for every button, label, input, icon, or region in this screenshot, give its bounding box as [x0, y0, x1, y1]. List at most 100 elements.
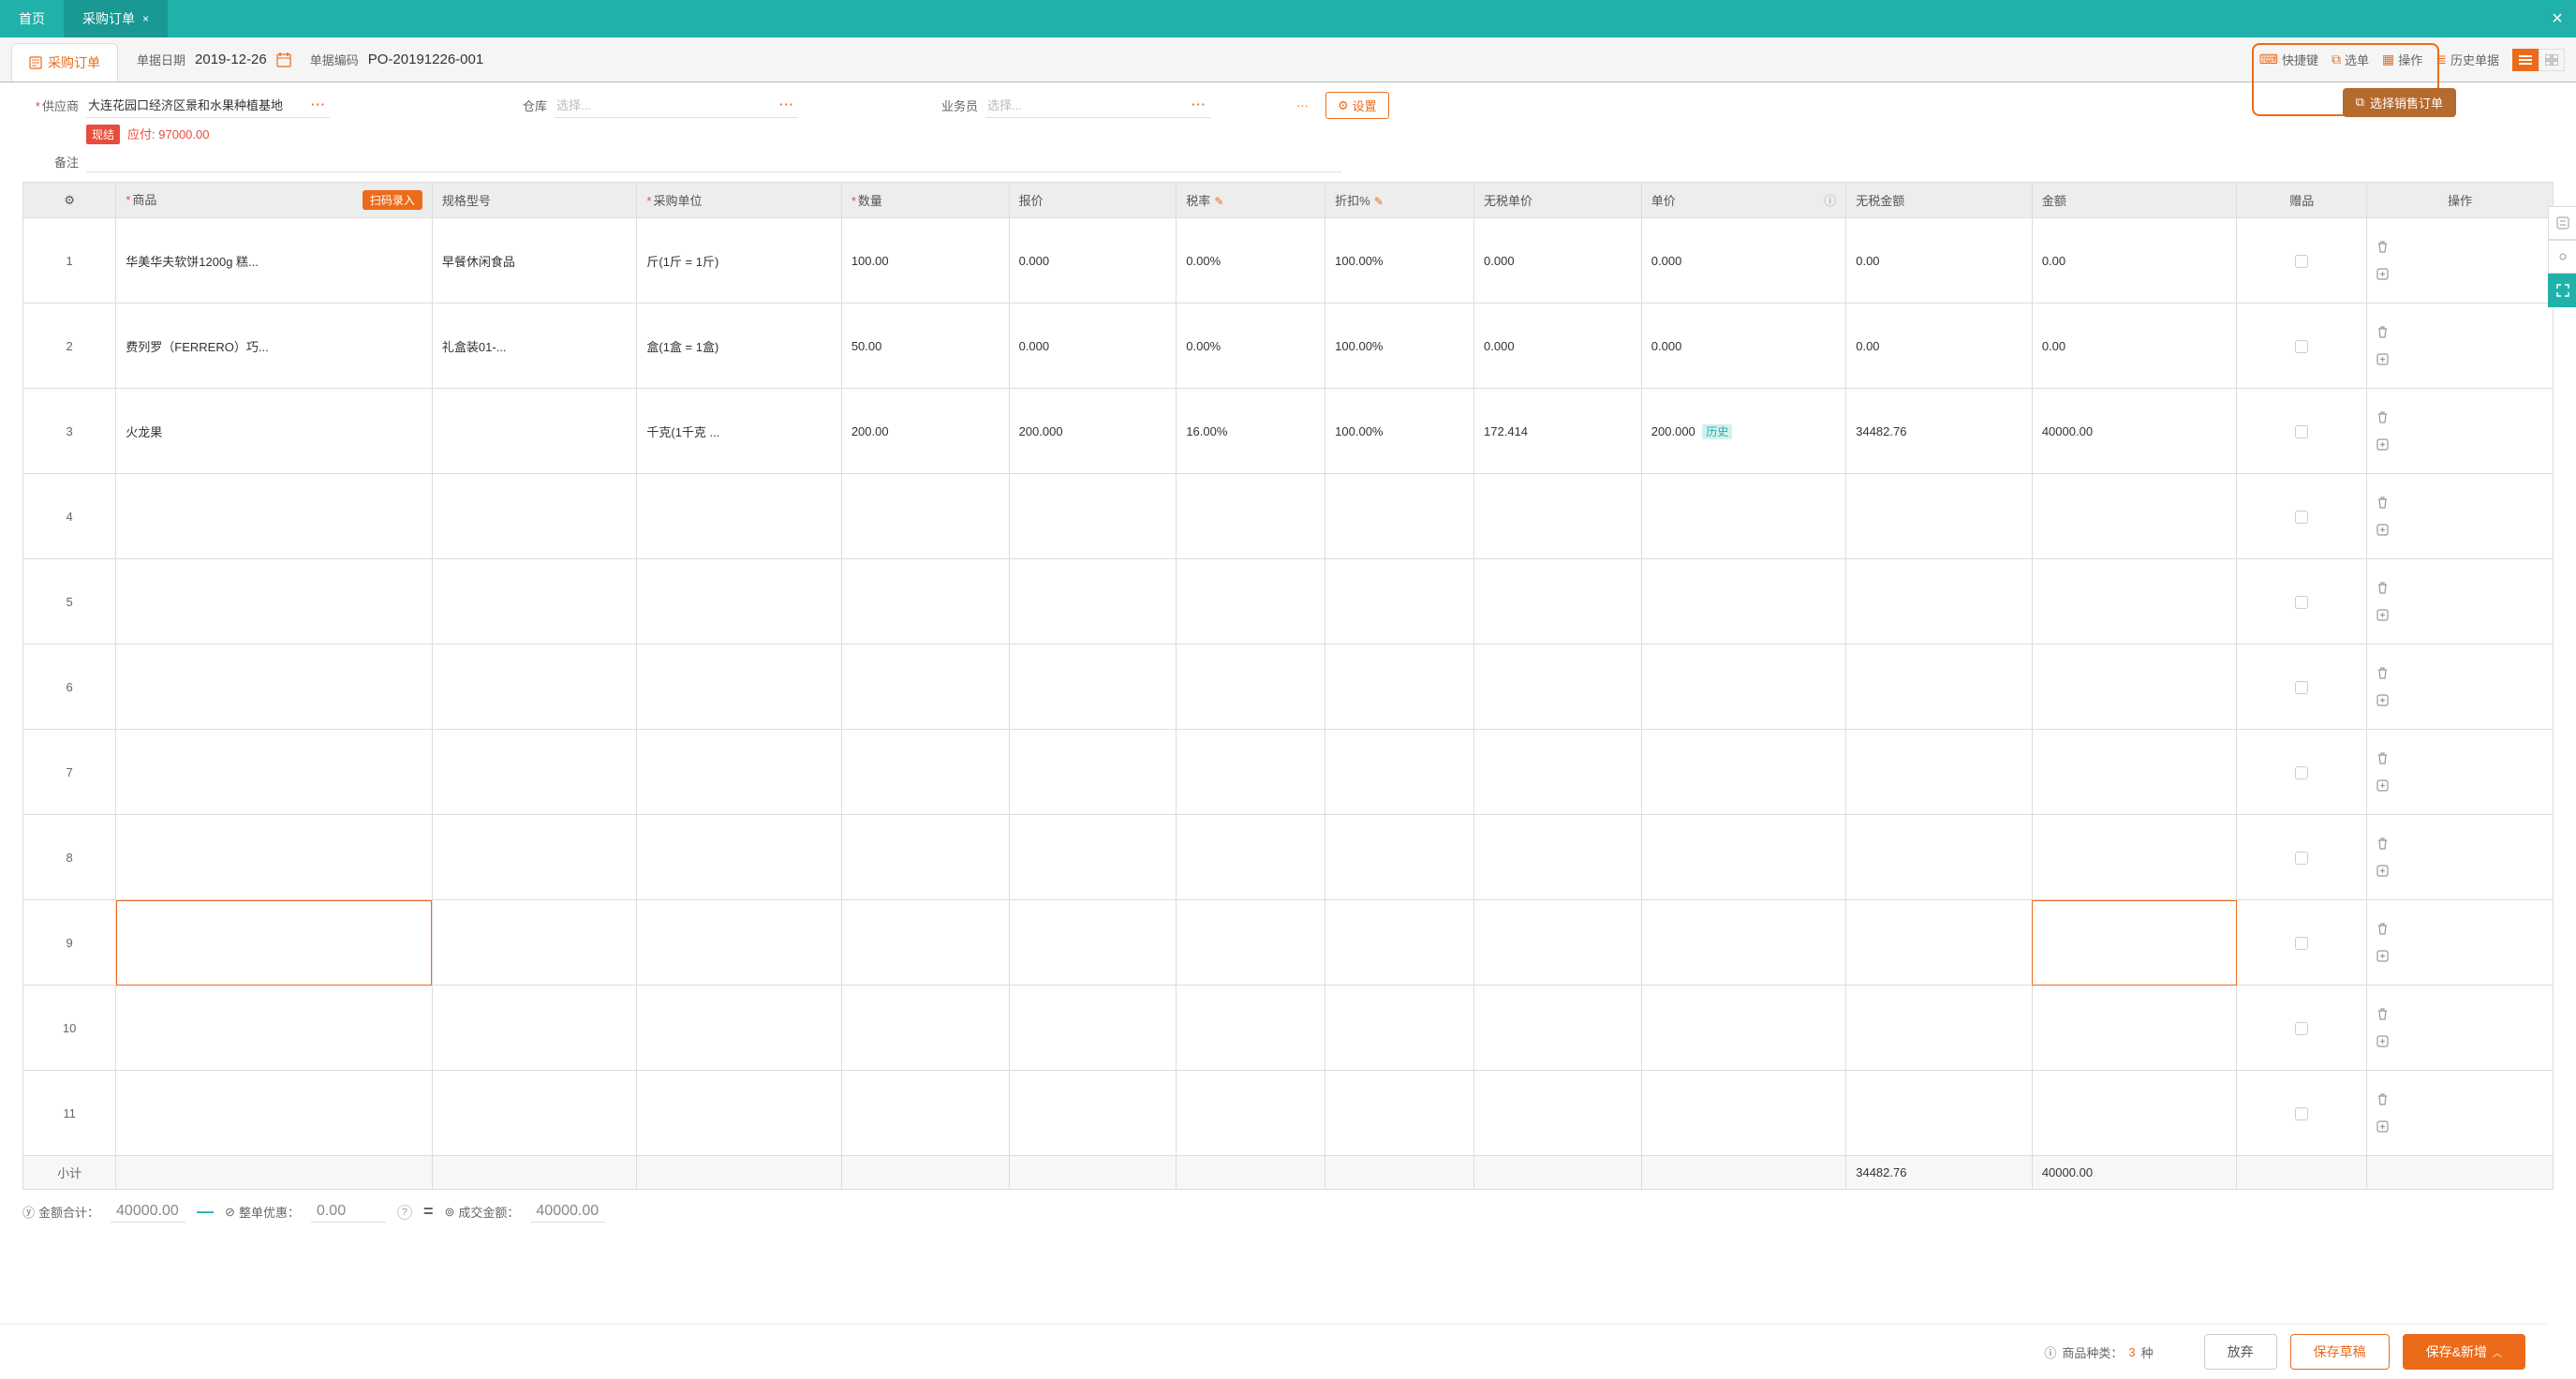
table-row[interactable]: 8: [23, 815, 2554, 900]
cell-qty[interactable]: [841, 900, 1009, 986]
delete-icon[interactable]: [2376, 838, 2543, 850]
more-icon[interactable]: ···: [311, 97, 326, 111]
cell-amount-notax[interactable]: [1846, 559, 2033, 645]
cell-quote[interactable]: [1009, 1071, 1177, 1156]
cell-price-notax[interactable]: [1474, 986, 1642, 1071]
cell-tax[interactable]: [1177, 1071, 1325, 1156]
delete-icon[interactable]: [2376, 497, 2543, 509]
discard-button[interactable]: 放弃: [2204, 1334, 2277, 1370]
view-list-button[interactable]: [2512, 49, 2539, 71]
cell-quote[interactable]: [1009, 645, 1177, 730]
table-row[interactable]: 3火龙果千克(1千克 ...200.00200.00016.00%100.00%…: [23, 389, 2554, 474]
supplier-field[interactable]: 大连花园口经济区景和水果种植基地 ···: [86, 92, 330, 118]
cell-product[interactable]: 火龙果: [116, 389, 433, 474]
cell-amount-notax[interactable]: [1846, 900, 2033, 986]
cell-price-notax[interactable]: [1474, 730, 1642, 815]
delete-icon[interactable]: [2376, 667, 2543, 679]
cell-price-notax[interactable]: [1474, 1071, 1642, 1156]
cell-discount[interactable]: [1325, 730, 1474, 815]
cell-spec[interactable]: [432, 815, 636, 900]
cell-spec[interactable]: [432, 474, 636, 559]
cell-qty[interactable]: [841, 474, 1009, 559]
cell-amount[interactable]: [2032, 900, 2236, 986]
cell-price[interactable]: [1641, 559, 1845, 645]
cell-unit[interactable]: [637, 815, 841, 900]
tab-purchase-order[interactable]: 采购订单 ×: [64, 0, 168, 37]
cell-quote[interactable]: [1009, 986, 1177, 1071]
checkbox[interactable]: [2295, 340, 2308, 353]
cell-amount[interactable]: [2032, 645, 2236, 730]
cell-product[interactable]: [116, 730, 433, 815]
cell-unit[interactable]: 盒(1盒 = 1盒): [637, 304, 841, 389]
window-close-icon[interactable]: ×: [2539, 0, 2576, 37]
table-row[interactable]: 7: [23, 730, 2554, 815]
delete-icon[interactable]: [2376, 411, 2543, 423]
remark-input[interactable]: [88, 154, 1340, 168]
help-icon[interactable]: ⓘ: [1824, 191, 1836, 209]
cell-discount[interactable]: [1325, 900, 1474, 986]
table-row[interactable]: 11: [23, 1071, 2554, 1156]
history-link[interactable]: ≣历史单据: [2435, 51, 2499, 68]
cell-discount[interactable]: [1325, 559, 1474, 645]
checkbox[interactable]: [2295, 852, 2308, 865]
table-row[interactable]: 4: [23, 474, 2554, 559]
more-icon[interactable]: ···: [779, 97, 794, 111]
checkbox[interactable]: [2295, 255, 2308, 268]
more-fields-icon[interactable]: ···: [1296, 98, 1309, 112]
cell-amount-notax[interactable]: [1846, 474, 2033, 559]
table-row[interactable]: 6: [23, 645, 2554, 730]
cell-amount[interactable]: [2032, 1071, 2236, 1156]
add-icon[interactable]: [2376, 1120, 2543, 1133]
cell-amount[interactable]: [2032, 730, 2236, 815]
cell-spec[interactable]: [432, 645, 636, 730]
checkbox[interactable]: [2295, 425, 2308, 438]
delete-icon[interactable]: [2376, 326, 2543, 338]
settings-button[interactable]: ⚙ 设置: [1325, 92, 1389, 119]
cell-amount[interactable]: [2032, 559, 2236, 645]
col-gear[interactable]: ⚙: [23, 183, 116, 218]
cell-quote[interactable]: [1009, 730, 1177, 815]
operate-link[interactable]: ▦操作: [2382, 51, 2422, 68]
cell-amount-notax[interactable]: 34482.76: [1846, 389, 2033, 474]
cell-quote[interactable]: 0.000: [1009, 304, 1177, 389]
cell-unit[interactable]: [637, 986, 841, 1071]
cell-spec[interactable]: [432, 900, 636, 986]
cell-price-notax[interactable]: 172.414: [1474, 389, 1642, 474]
cell-qty[interactable]: [841, 986, 1009, 1071]
cell-price[interactable]: [1641, 474, 1845, 559]
delete-icon[interactable]: [2376, 241, 2543, 253]
cell-gift[interactable]: [2237, 986, 2367, 1071]
cell-price[interactable]: [1641, 815, 1845, 900]
add-icon[interactable]: [2376, 694, 2543, 706]
select-sales-order-button[interactable]: ⧉ 选择销售订单: [2343, 88, 2456, 117]
checkbox[interactable]: [2295, 937, 2308, 950]
cell-product[interactable]: [116, 474, 433, 559]
cell-qty[interactable]: [841, 1071, 1009, 1156]
close-icon[interactable]: ×: [142, 12, 149, 25]
cell-spec[interactable]: [432, 730, 636, 815]
add-icon[interactable]: [2376, 438, 2543, 451]
view-card-button[interactable]: [2539, 49, 2565, 71]
cell-qty[interactable]: 200.00: [841, 389, 1009, 474]
cell-tax[interactable]: [1177, 730, 1325, 815]
delete-icon[interactable]: [2376, 923, 2543, 935]
save-draft-button[interactable]: 保存草稿: [2290, 1334, 2390, 1370]
cell-price-notax[interactable]: [1474, 645, 1642, 730]
cell-quote[interactable]: [1009, 900, 1177, 986]
cell-unit[interactable]: [637, 730, 841, 815]
rail-notes-button[interactable]: [2548, 206, 2576, 240]
cell-tax[interactable]: [1177, 474, 1325, 559]
cell-product[interactable]: [116, 559, 433, 645]
cell-gift[interactable]: [2237, 730, 2367, 815]
cell-spec[interactable]: 早餐休闲食品: [432, 218, 636, 304]
cell-discount[interactable]: [1325, 815, 1474, 900]
cell-amount[interactable]: 0.00: [2032, 218, 2236, 304]
cell-unit[interactable]: [637, 559, 841, 645]
cell-price-notax[interactable]: [1474, 900, 1642, 986]
cell-price[interactable]: 0.000: [1641, 304, 1845, 389]
cell-unit[interactable]: [637, 900, 841, 986]
cell-discount[interactable]: 100.00%: [1325, 389, 1474, 474]
cell-qty[interactable]: 50.00: [841, 304, 1009, 389]
warehouse-field[interactable]: 选择... ···: [555, 92, 798, 118]
table-row[interactable]: 5: [23, 559, 2554, 645]
